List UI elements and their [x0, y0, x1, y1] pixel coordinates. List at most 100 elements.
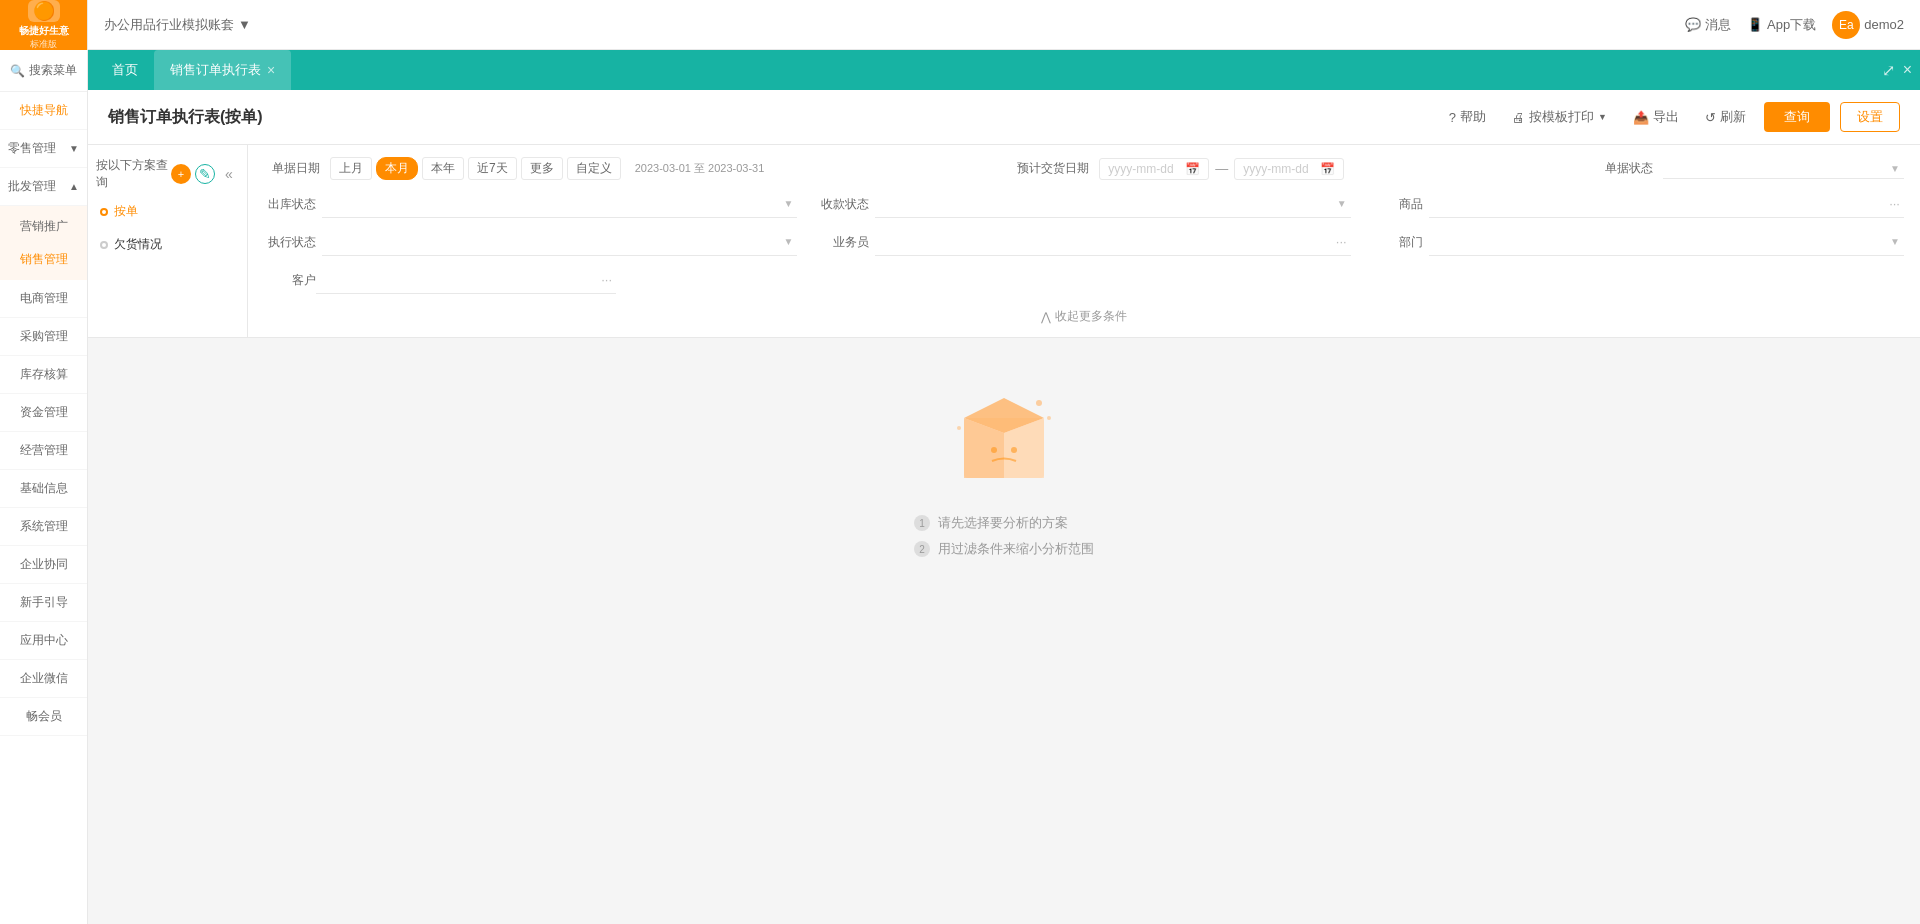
filter-rows-2: 出库状态 ▼ 收款状态 ▼ 商品 ···	[264, 190, 1904, 218]
sidebar: 🟠 畅捷好生意 标准版 🔍 搜索菜单 快捷导航 零售管理 ▼ 批发管理 ▲ 营销…	[0, 0, 88, 924]
expected-date-end[interactable]: yyyy-mm-dd 📅	[1234, 158, 1344, 180]
sidebar-item-quick-nav[interactable]: 快捷导航	[0, 92, 87, 130]
dept-dropdown-icon: ▼	[1890, 236, 1900, 247]
collapse-label: 收起更多条件	[1055, 308, 1127, 325]
tab-close-window-button[interactable]: ×	[1903, 61, 1912, 79]
svg-point-5	[1047, 416, 1051, 420]
expected-date-start[interactable]: yyyy-mm-dd 📅	[1099, 158, 1209, 180]
tab-home[interactable]: 首页	[96, 50, 154, 90]
empty-hint-text-2: 用过滤条件来缩小分析范围	[938, 540, 1094, 558]
sidebar-search[interactable]: 🔍 搜索菜单	[0, 50, 87, 92]
add-solution-button[interactable]: +	[171, 164, 191, 184]
tab-close-icon[interactable]: ×	[267, 62, 275, 78]
chevron-down-icon: ▼	[69, 143, 79, 154]
tab-bar-actions: ⤢ ×	[1882, 61, 1912, 80]
content-main: 1 请先选择要分析的方案 2 用过滤条件来缩小分析范围	[88, 338, 1920, 598]
dept-dropdown[interactable]: ▼	[1429, 228, 1904, 256]
top-header: 办公用品行业模拟账套 ▼ 💬 消息 📱 App下载 Ea demo2	[88, 0, 1920, 50]
expected-date-start-placeholder: yyyy-mm-dd	[1108, 162, 1173, 176]
solution-actions: + ✎ «	[171, 164, 239, 184]
date-shortcut-prev-month[interactable]: 上月	[330, 157, 372, 180]
refresh-icon: ↺	[1705, 110, 1716, 125]
status-dropdown[interactable]: ▼	[1663, 159, 1904, 179]
salesman-input[interactable]: ···	[875, 228, 1350, 256]
logo-sub: 标准版	[30, 38, 57, 51]
exec-status-dropdown[interactable]: ▼	[322, 228, 797, 256]
sidebar-item-app-center[interactable]: 应用中心	[0, 622, 87, 660]
filter-fields: 单据日期 上月 本月 本年 近7天 更多 自定义 2023-03-01 至 20…	[248, 145, 1920, 337]
customer-input[interactable]: ···	[316, 266, 616, 294]
user-avatar[interactable]: Ea demo2	[1832, 11, 1904, 39]
expected-date-end-placeholder: yyyy-mm-dd	[1243, 162, 1308, 176]
sidebar-item-enterprise-wechat[interactable]: 企业微信	[0, 660, 87, 698]
export-button[interactable]: 📤 导出	[1625, 104, 1687, 130]
sidebar-item-sales-mgmt[interactable]: 销售管理	[0, 243, 87, 276]
solution-panel: 按以下方案查询 + ✎ « 按单 欠货情况	[88, 145, 248, 337]
tab-maximize-button[interactable]: ⤢	[1882, 61, 1895, 80]
message-icon: 💬	[1685, 17, 1701, 32]
app-download-icon: 📱	[1747, 17, 1763, 32]
ship-status-row: 出库状态 ▼	[264, 190, 797, 218]
setting-button[interactable]: 设置	[1840, 102, 1900, 132]
export-icon: 📤	[1633, 110, 1649, 125]
date-shortcut-this-year[interactable]: 本年	[422, 157, 464, 180]
query-button[interactable]: 查询	[1764, 102, 1830, 132]
sidebar-item-basic-info[interactable]: 基础信息	[0, 470, 87, 508]
search-label: 搜索菜单	[29, 62, 77, 79]
goods-label: 商品	[1371, 196, 1423, 213]
exec-dropdown-icon: ▼	[783, 236, 793, 247]
date-shortcut-custom[interactable]: 自定义	[567, 157, 621, 180]
exec-status-row: 执行状态 ▼	[264, 228, 797, 256]
sidebar-item-inventory[interactable]: 库存核算	[0, 356, 87, 394]
sidebar-item-finance[interactable]: 资金管理	[0, 394, 87, 432]
svg-point-4	[1036, 400, 1042, 406]
sidebar-item-enterprise[interactable]: 企业协同	[0, 546, 87, 584]
sidebar-item-new-guide[interactable]: 新手引导	[0, 584, 87, 622]
sidebar-item-member[interactable]: 畅会员	[0, 698, 87, 736]
chevron-up-icon: ▲	[69, 181, 79, 192]
solution-item-1[interactable]: 欠货情况	[88, 228, 247, 261]
chevron-down-icon: ▼	[1890, 163, 1900, 174]
help-icon: ?	[1449, 110, 1456, 125]
refresh-button[interactable]: ↺ 刷新	[1697, 104, 1754, 130]
edit-solution-button[interactable]: ✎	[195, 164, 215, 184]
solution-item-dot-0	[100, 208, 108, 216]
export-label: 导出	[1653, 108, 1679, 126]
salesman-more-icon: ···	[1336, 234, 1347, 249]
user-name: demo2	[1864, 17, 1904, 32]
sidebar-item-marketing[interactable]: 营销推广	[0, 210, 87, 243]
sidebar-item-operations[interactable]: 经营管理	[0, 432, 87, 470]
ship-status-dropdown[interactable]: ▼	[322, 190, 797, 218]
svg-point-7	[991, 447, 997, 453]
sidebar-item-ecommerce[interactable]: 电商管理	[0, 280, 87, 318]
calendar-icon: 📅	[1185, 162, 1200, 176]
collection-status-label: 收款状态	[817, 196, 869, 213]
goods-more-icon: ···	[1889, 196, 1900, 211]
sidebar-item-system[interactable]: 系统管理	[0, 508, 87, 546]
main-area: 办公用品行业模拟账套 ▼ 💬 消息 📱 App下载 Ea demo2 首页	[88, 0, 1920, 924]
collapse-solution-button[interactable]: «	[219, 164, 239, 184]
print-button[interactable]: 🖨 按模板打印 ▼	[1504, 104, 1615, 130]
tab-sales-order[interactable]: 销售订单执行表 ×	[154, 50, 291, 90]
goods-input[interactable]: ···	[1429, 190, 1904, 218]
tab-home-label: 首页	[112, 61, 138, 79]
empty-hint-text-1: 请先选择要分析的方案	[938, 514, 1068, 532]
sidebar-item-retail[interactable]: 零售管理 ▼	[0, 130, 87, 168]
solution-item-0[interactable]: 按单	[88, 195, 247, 228]
date-shortcut-more[interactable]: 更多	[521, 157, 563, 180]
message-button[interactable]: 💬 消息	[1685, 16, 1731, 34]
empty-hint-num-1: 1	[914, 515, 930, 531]
date-shortcut-this-month[interactable]: 本月	[376, 157, 418, 180]
sidebar-item-purchase[interactable]: 采购管理	[0, 318, 87, 356]
collection-status-dropdown[interactable]: ▼	[875, 190, 1350, 218]
help-button[interactable]: ? 帮助	[1441, 104, 1494, 130]
filter-area: 按以下方案查询 + ✎ « 按单 欠货情况	[88, 145, 1920, 338]
content: 销售订单执行表(按单) ? 帮助 🖨 按模板打印 ▼ 📤 导出 ↺ 刷新	[88, 90, 1920, 924]
svg-point-8	[1011, 447, 1017, 453]
solution-header: 按以下方案查询 + ✎ «	[88, 153, 247, 195]
collapse-bar[interactable]: ⋀ 收起更多条件	[264, 300, 1904, 333]
search-menu-button[interactable]: 🔍 搜索菜单	[6, 58, 81, 83]
sidebar-item-wholesale[interactable]: 批发管理 ▲	[0, 168, 87, 206]
date-shortcut-7days[interactable]: 近7天	[468, 157, 517, 180]
app-download-button[interactable]: 📱 App下载	[1747, 16, 1816, 34]
